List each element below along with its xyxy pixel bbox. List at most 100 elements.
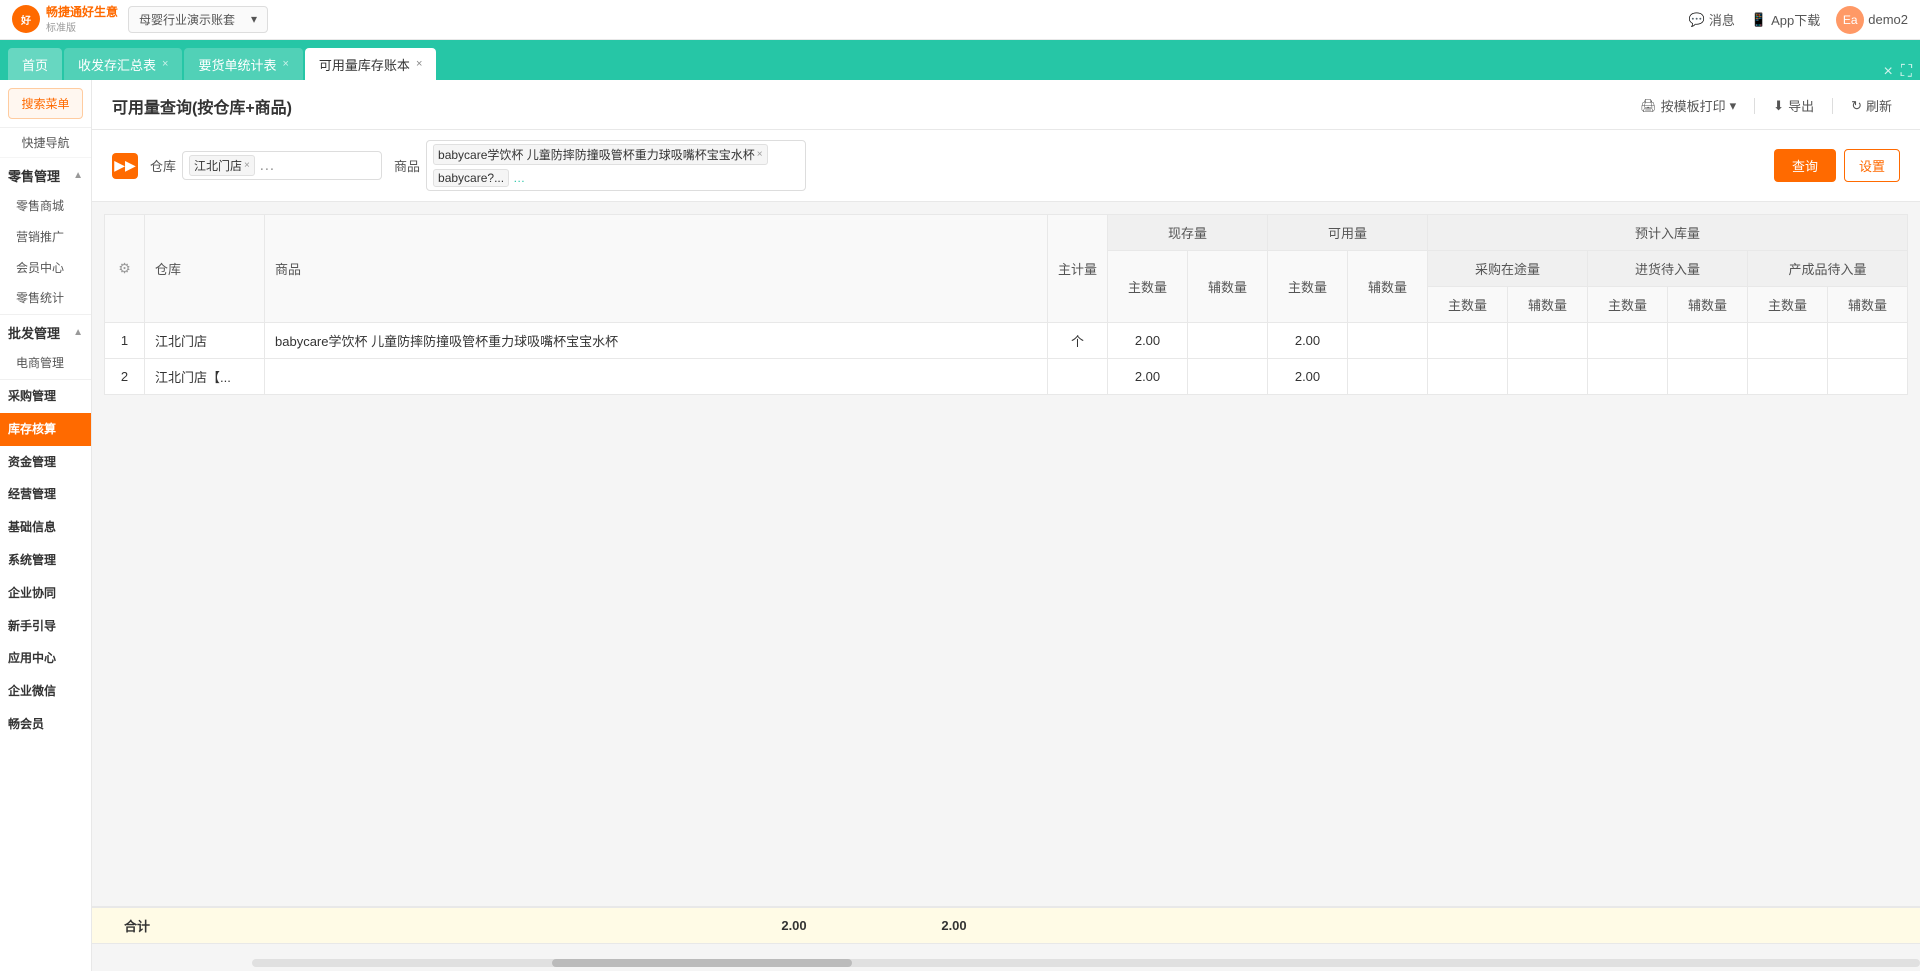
sidebar-section-wholesale: 批发管理 ▲ 电商管理 [0,315,91,380]
search-menu-btn[interactable]: 搜索菜单 [8,88,83,119]
th-warehouse: 仓库 [145,215,265,323]
sidebar-section-retail: 零售管理 ▲ 零售商城 营销推广 会员中心 零售统计 [0,158,91,315]
cell-available-main: 2.00 [1268,359,1348,395]
message-btn[interactable]: 💬 消息 [1689,10,1735,29]
th-pt-sub: 辅数量 [1508,287,1588,323]
close-all-tabs-btn[interactable]: × [1883,64,1892,80]
logo-icon: 好 [12,5,40,33]
th-settings[interactable]: ⚙ [105,215,145,323]
industry-label: 母婴行业演示账套 [139,11,235,28]
product-tag-2: babycare?... [433,169,509,187]
sidebar-item-sys-mgmt[interactable]: 系统管理 [0,544,91,577]
sidebar-section-wholesale-title[interactable]: 批发管理 ▲ [0,315,91,348]
phone-icon: 📱 [1751,12,1767,28]
sidebar-item-member-center[interactable]: 会员中心 [0,253,91,284]
retail-mgmt-label: 零售管理 [8,166,60,185]
settings-btn[interactable]: 设置 [1844,149,1900,182]
query-btn[interactable]: 查询 [1774,149,1836,182]
user-area[interactable]: Ea demo2 [1836,6,1908,34]
data-table: ⚙ 仓库 商品 主计量 现存量 [104,214,1908,395]
sidebar: 搜索菜单 快捷导航 零售管理 ▲ 零售商城 营销推广 会员中心 零售统计 批发管… [0,80,92,971]
print-dropdown-icon: ▾ [1730,98,1737,114]
th-in-main: 主数量 [1588,287,1668,323]
sidebar-item-new-guide[interactable]: 新手引导 [0,610,91,643]
sidebar-item-member[interactable]: 畅会员 [0,708,91,741]
sidebar-item-app-center[interactable]: 应用中心 [0,642,91,675]
logo-area: 好 畅捷通好生意 标准版 [12,5,118,34]
cell-unit [1047,359,1107,395]
sidebar-item-retail-promo[interactable]: 营销推广 [0,222,91,253]
cell-current-main: 2.00 [1108,359,1188,395]
print-btn[interactable]: 🖨 按模板打印 ▾ [1632,92,1744,119]
cell-in-main [1588,323,1668,359]
table-wrapper[interactable]: ⚙ 仓库 商品 主计量 现存量 [92,202,1920,906]
warehouse-more-options[interactable]: … [259,157,275,175]
filter-toggle-btn[interactable]: ▶▶ [112,153,138,179]
tab-receive-send-label: 收发存汇总表 [78,55,156,74]
export-btn[interactable]: ⬇ 导出 [1765,92,1822,119]
horizontal-scrollbar[interactable] [252,959,1920,967]
sidebar-item-retail-shop[interactable]: 零售商城 [0,191,91,222]
table-footer: 合计 2.00 2.00 [92,906,1920,943]
tab-receive-send-close[interactable]: × [162,58,168,70]
tab-bar-right: × ⛶ [1883,64,1912,80]
sidebar-item-retail-stats[interactable]: 零售统计 [0,283,91,314]
sidebar-item-finance[interactable]: 资金管理 [0,446,91,479]
sidebar-item-ecommerce[interactable]: 电商管理 [0,348,91,379]
warehouse-input-group[interactable]: 江北门店 × … [182,151,382,180]
warehouse-filter: 仓库 江北门店 × … [150,151,382,180]
message-icon: 💬 [1689,12,1705,28]
sidebar-item-ops[interactable]: 经营管理 [0,478,91,511]
sidebar-item-basic-info[interactable]: 基础信息 [0,511,91,544]
app-download-btn[interactable]: 📱 App下载 [1751,10,1820,29]
tab-order-stats[interactable]: 要货单统计表 × [184,48,302,80]
sidebar-item-enterprise-coop[interactable]: 企业协同 [0,577,91,610]
printer-icon: 🖨 [1640,98,1657,114]
product-more-link[interactable]: … [513,171,525,185]
product-tag-1-close[interactable]: × [757,149,763,160]
sidebar-section-retail-title[interactable]: 零售管理 ▲ [0,158,91,191]
sidebar-item-inventory[interactable]: 库存核算 [0,413,91,446]
scrollbar-thumb[interactable] [552,959,852,967]
cell-pt-main [1428,359,1508,395]
export-label: 导出 [1788,96,1814,115]
table-row: 1 江北门店 babycare学饮杯 儿童防摔防撞吸管杯重力球吸嘴杯宝宝水杯 个… [105,323,1908,359]
product-tag-1-text: babycare学饮杯 儿童防摔防撞吸管杯重力球吸嘴杯宝宝水杯 [438,146,755,163]
wholesale-mgmt-label: 批发管理 [8,323,60,342]
quick-nav-label: 快捷导航 [21,136,69,150]
refresh-btn[interactable]: ↻ 刷新 [1843,92,1900,119]
bottom-bar [92,943,1920,971]
cell-pt-sub [1508,323,1588,359]
avatar-text: Ea [1843,13,1858,27]
sidebar-item-enterprise-wechat[interactable]: 企业微信 [0,675,91,708]
sidebar-item-purchase[interactable]: 采购管理 [0,380,91,413]
th-pt-main: 主数量 [1428,287,1508,323]
th-available-sub: 辅数量 [1348,251,1428,323]
main-layout: 搜索菜单 快捷导航 零售管理 ▲ 零售商城 营销推广 会员中心 零售统计 批发管… [0,80,1920,971]
industry-selector[interactable]: 母婴行业演示账套 ▾ [128,6,268,33]
tab-order-stats-close[interactable]: × [282,58,288,70]
product-input-group[interactable]: babycare学饮杯 儿童防摔防撞吸管杯重力球吸嘴杯宝宝水杯 × babyca… [426,140,806,191]
user-name: demo2 [1868,12,1908,27]
tab-available-stock-close[interactable]: × [416,58,422,70]
product-filter: 商品 babycare学饮杯 儿童防摔防撞吸管杯重力球吸嘴杯宝宝水杯 × bab… [394,140,806,191]
filter-actions: 查询 设置 [1774,149,1900,182]
sidebar-quick-nav[interactable]: 快捷导航 [0,128,91,158]
th-product: 商品 [265,215,1048,323]
th-unit: 主计量 [1047,215,1107,323]
tab-receive-send[interactable]: 收发存汇总表 × [64,48,182,80]
chevron-down-icon: ▾ [251,12,257,26]
expand-btn[interactable]: ⛶ [1901,64,1912,80]
warehouse-tag-close[interactable]: × [244,160,250,171]
th-forecast: 预计入库量 [1428,215,1908,251]
product-tag-1: babycare学饮杯 儿童防摔防撞吸管杯重力球吸嘴杯宝宝水杯 × [433,144,768,165]
product-tag-2-text: babycare?... [438,171,504,185]
cell-warehouse: 江北门店 [145,323,265,359]
tab-available-stock[interactable]: 可用量库存账本 × [305,48,436,80]
th-available-main: 主数量 [1268,251,1348,323]
footer-current-main: 2.00 [754,918,834,933]
tab-home[interactable]: 首页 [8,48,62,80]
cell-current-main: 2.00 [1108,323,1188,359]
gear-icon[interactable]: ⚙ [118,260,131,276]
th-purchase-transit: 采购在途量 [1428,251,1588,287]
